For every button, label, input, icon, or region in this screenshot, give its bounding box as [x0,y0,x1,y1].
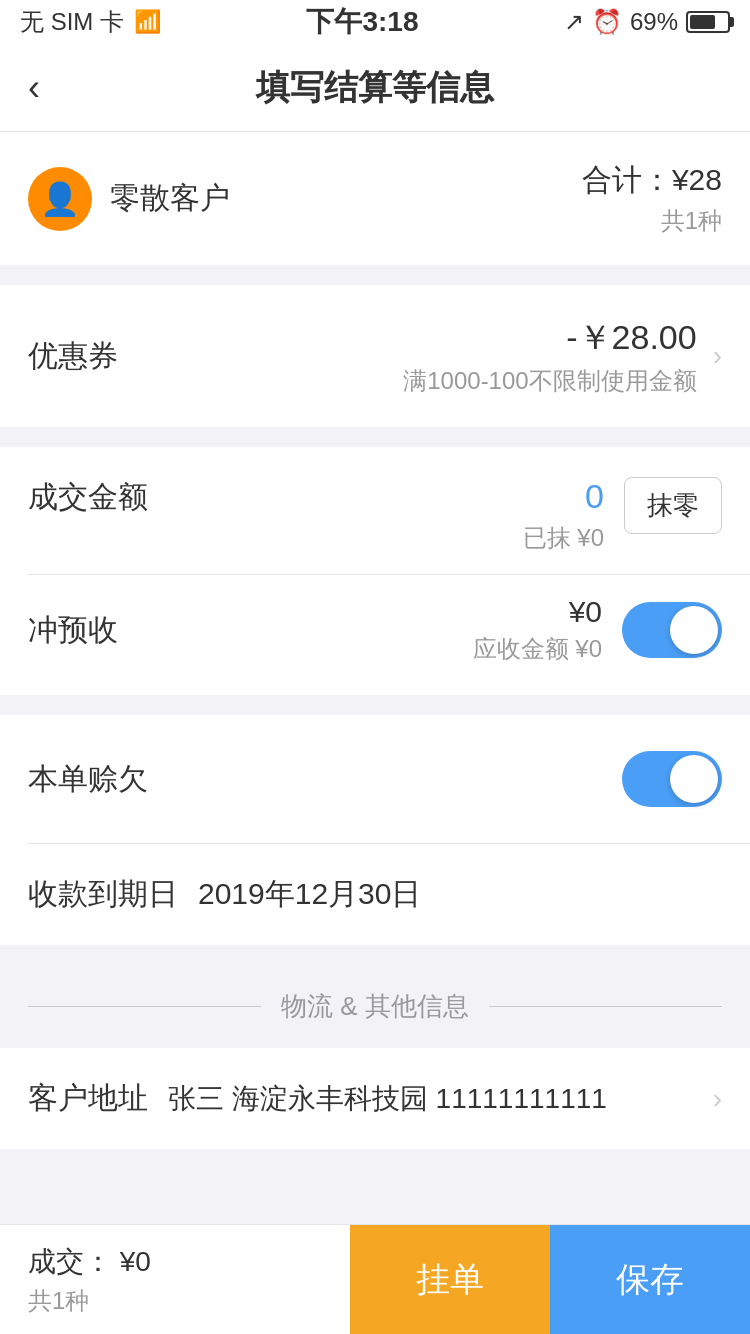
customer-section: 👤 零散客户 合计：¥28 共1种 [0,132,750,265]
debt-row: 本单赊欠 [0,715,750,843]
customer-left: 👤 零散客户 [28,167,230,231]
bottom-deal-row: 成交： ¥0 [28,1243,322,1281]
logistics-line-left [28,1006,261,1007]
debt-toggle-knob [670,755,718,803]
customer-name: 零散客户 [110,178,230,219]
save-button-label: 保存 [616,1257,684,1303]
bottom-bar: 成交： ¥0 共1种 挂单 保存 [0,1224,750,1334]
prepayment-label: 冲预收 [28,610,118,651]
battery-fill [690,15,715,29]
address-row[interactable]: 客户地址 张三 海淀永丰科技园 11111111111 › [0,1048,750,1149]
status-time: 下午3:18 [306,3,418,41]
coupon-chevron-icon: › [713,340,722,372]
address-label: 客户地址 [28,1078,148,1119]
coupon-section[interactable]: 优惠券 -￥28.00 满1000-100不限制使用金额 › [0,285,750,427]
debt-label: 本单赊欠 [28,759,148,800]
avatar: 👤 [28,167,92,231]
transaction-sub: 已抹 ¥0 [523,522,604,554]
bottom-deal-label: 成交： [28,1246,112,1277]
debt-section: 本单赊欠 收款到期日 2019年12月30日 [0,715,750,945]
due-date-label: 收款到期日 [28,874,178,915]
prepayment-toggle[interactable] [622,602,722,658]
coupon-label: 优惠券 [28,336,118,377]
page-title: 填写结算等信息 [256,65,494,111]
transaction-section: 成交金额 0 已抹 ¥0 抹零 冲预收 ¥0 应收金额 ¥0 [0,447,750,695]
coupon-right: -￥28.00 满1000-100不限制使用金额 › [403,315,722,397]
toggle-knob [670,606,718,654]
location-icon: ↗ [564,8,584,36]
address-section[interactable]: 客户地址 张三 海淀永丰科技园 11111111111 › [0,1048,750,1149]
customer-right: 合计：¥28 共1种 [582,160,722,237]
status-bar: 无 SIM 卡 📶 下午3:18 ↗ ⏰ 69% [0,0,750,44]
battery-percent: 69% [630,8,678,36]
carrier-text: 无 SIM 卡 [20,6,124,38]
address-chevron-icon: › [713,1083,722,1115]
divider-1 [0,265,750,285]
main-content: 👤 零散客户 合计：¥28 共1种 优惠券 -￥28.00 满1000-100不… [0,132,750,1279]
save-button[interactable]: 保存 [550,1225,750,1335]
divider-2 [0,427,750,447]
hold-button[interactable]: 挂单 [350,1225,550,1335]
prepayment-sub: 应收金额 ¥0 [473,633,602,665]
prepayment-row: 冲预收 ¥0 应收金额 ¥0 [0,575,750,695]
battery-icon [686,11,730,33]
transaction-row: 成交金额 0 已抹 ¥0 抹零 [0,447,750,574]
alarm-icon: ⏰ [592,8,622,36]
debt-toggle[interactable] [622,751,722,807]
logistics-line-right [489,1006,722,1007]
due-date-value: 2019年12月30日 [198,874,421,915]
coupon-desc: 满1000-100不限制使用金额 [403,365,696,397]
bottom-count: 共1种 [28,1285,322,1317]
hold-button-label: 挂单 [416,1257,484,1303]
coupon-value-area: -￥28.00 满1000-100不限制使用金额 [403,315,696,397]
divider-4 [0,945,750,965]
transaction-value: 0 [523,477,604,516]
prepayment-right: ¥0 应收金额 ¥0 [473,595,722,665]
status-right: ↗ ⏰ 69% [564,8,730,36]
customer-row: 👤 零散客户 合计：¥28 共1种 [0,132,750,265]
divider-3 [0,695,750,715]
bottom-left: 成交： ¥0 共1种 [0,1243,350,1317]
logistics-header: 物流 & 其他信息 [0,965,750,1048]
nav-bar: ‹ 填写结算等信息 [0,44,750,132]
status-left: 无 SIM 卡 📶 [20,6,161,38]
transaction-label: 成交金额 [28,477,148,518]
coupon-row[interactable]: 优惠券 -￥28.00 满1000-100不限制使用金额 › [0,285,750,427]
address-value: 张三 海淀永丰科技园 11111111111 [168,1080,713,1118]
transaction-right: 0 已抹 ¥0 抹零 [523,477,722,554]
due-date-row: 收款到期日 2019年12月30日 [0,844,750,945]
bottom-deal-value: ¥0 [120,1246,151,1277]
prepayment-value-area: ¥0 应收金额 ¥0 [473,595,602,665]
total-count: 共1种 [582,205,722,237]
total-amount: 合计：¥28 [582,160,722,201]
round-button[interactable]: 抹零 [624,477,722,534]
logistics-title: 物流 & 其他信息 [281,989,469,1024]
transaction-value-area: 0 已抹 ¥0 [523,477,604,554]
back-button[interactable]: ‹ [28,67,40,109]
wifi-icon: 📶 [134,9,161,35]
coupon-amount: -￥28.00 [403,315,696,361]
prepayment-value: ¥0 [473,595,602,629]
avatar-icon: 👤 [40,180,80,218]
